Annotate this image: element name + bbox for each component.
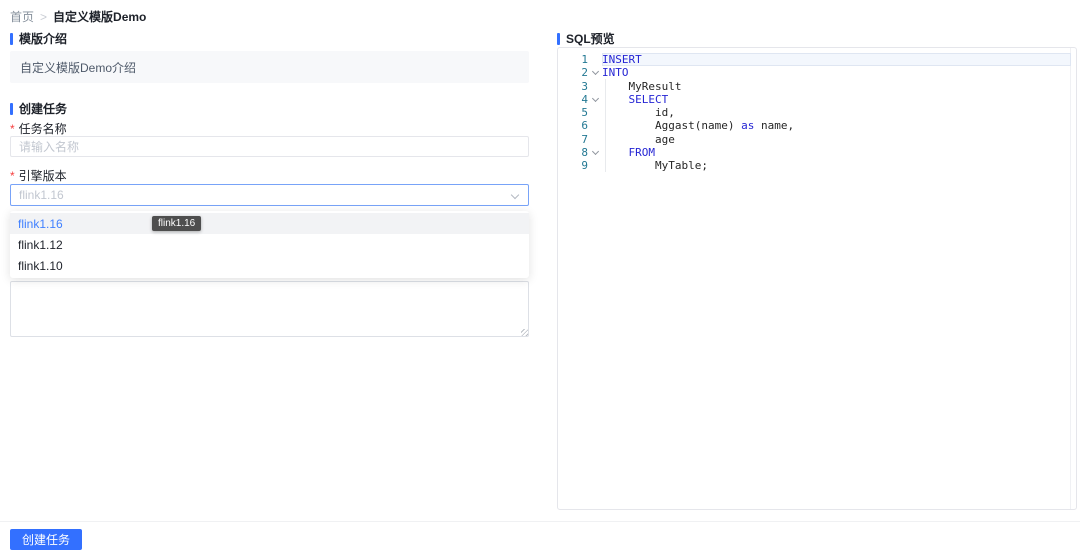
code-line: 3 MyResult	[558, 80, 1076, 93]
dropdown-option[interactable]: flink1.16	[10, 213, 529, 234]
code-text: age	[602, 132, 675, 146]
task-name-input[interactable]	[10, 136, 529, 157]
section-bar-icon	[10, 32, 13, 45]
code-text: SELECT	[628, 92, 669, 106]
section-bar-icon	[10, 102, 13, 115]
breadcrumb-current: 自定义模版Demo	[53, 10, 147, 24]
description-textarea[interactable]	[10, 281, 529, 337]
page: 首页 > 自定义模版Demo 模版介绍 自定义模版Demo介绍 创建任务 * 任…	[0, 0, 1080, 552]
engine-version-label: * 引擎版本	[10, 167, 67, 184]
line-number: 5	[581, 106, 588, 119]
code-line: 9 MyTable;	[558, 159, 1076, 172]
create-task-button[interactable]: 创建任务	[10, 529, 83, 550]
footer-divider	[0, 521, 1080, 522]
code-line: 2 INTO	[558, 66, 1076, 79]
dropdown-option[interactable]: flink1.10	[10, 255, 529, 276]
code-text: INTO	[602, 66, 629, 80]
code-text: FROM	[628, 145, 656, 159]
code-line: 1 INSERT	[558, 53, 1076, 66]
engine-version-label-text: 引擎版本	[18, 169, 67, 183]
breadcrumb: 首页 > 自定义模版Demo	[10, 8, 146, 25]
breadcrumb-separator: >	[40, 9, 48, 24]
task-name-label: * 任务名称	[10, 120, 67, 137]
sql-code-editor[interactable]: 1 INSERT 2 INTO 3 MyResult 4 SELECT 5 id, 6 Agg…	[557, 47, 1077, 510]
line-number: 8	[581, 145, 588, 159]
fold-chevron-icon[interactable]	[588, 66, 602, 79]
code-text: MyTable;	[602, 159, 708, 172]
required-mark: *	[10, 121, 15, 136]
template-intro-content: 自定义模版Demo介绍	[20, 60, 137, 75]
code-text: id,	[602, 106, 675, 119]
template-intro-section-title: 模版介绍	[19, 32, 68, 46]
code-line: 5 id,	[558, 106, 1076, 119]
task-name-label-text: 任务名称	[18, 122, 67, 136]
chevron-down-icon	[510, 190, 520, 200]
line-number: 2	[581, 66, 588, 80]
dropdown-option[interactable]: flink1.12	[10, 234, 529, 255]
sql-preview-section-title: SQL预览	[566, 32, 615, 46]
code-text: INSERT	[602, 53, 642, 66]
code-line: 8 FROM	[558, 146, 1076, 159]
template-intro-box: 自定义模版Demo介绍	[10, 51, 529, 83]
create-task-section-header: 创建任务	[10, 100, 67, 117]
line-number: 3	[581, 79, 588, 93]
engine-version-select[interactable]: flink1.16	[10, 184, 529, 206]
line-number: 4	[581, 92, 588, 106]
line-number: 9	[581, 159, 588, 172]
required-mark: *	[10, 168, 15, 183]
fold-chevron-icon[interactable]	[588, 146, 602, 159]
sql-preview-section-header: SQL预览	[557, 30, 615, 47]
resize-handle-icon[interactable]	[521, 329, 528, 336]
code-text: MyResult	[602, 79, 682, 93]
code-line: 4 SELECT	[558, 93, 1076, 106]
engine-version-tooltip: flink1.16	[152, 216, 202, 231]
engine-version-selected-value: flink1.16	[19, 188, 64, 202]
engine-version-dropdown: flink1.16 flink1.12 flink1.10	[10, 211, 529, 278]
code-line: 6 Aggast(name) as name,	[558, 119, 1076, 132]
code-line: 7 age	[558, 133, 1076, 146]
line-number: 7	[581, 132, 588, 146]
breadcrumb-home-link[interactable]: 首页	[10, 8, 34, 25]
section-bar-icon	[557, 32, 560, 45]
code-text: Aggast(name) as name,	[602, 119, 795, 133]
create-task-section-title: 创建任务	[19, 102, 68, 116]
fold-chevron-icon[interactable]	[588, 93, 602, 106]
line-number: 6	[581, 119, 588, 133]
line-number: 1	[581, 53, 588, 66]
template-intro-section-header: 模版介绍	[10, 30, 67, 47]
